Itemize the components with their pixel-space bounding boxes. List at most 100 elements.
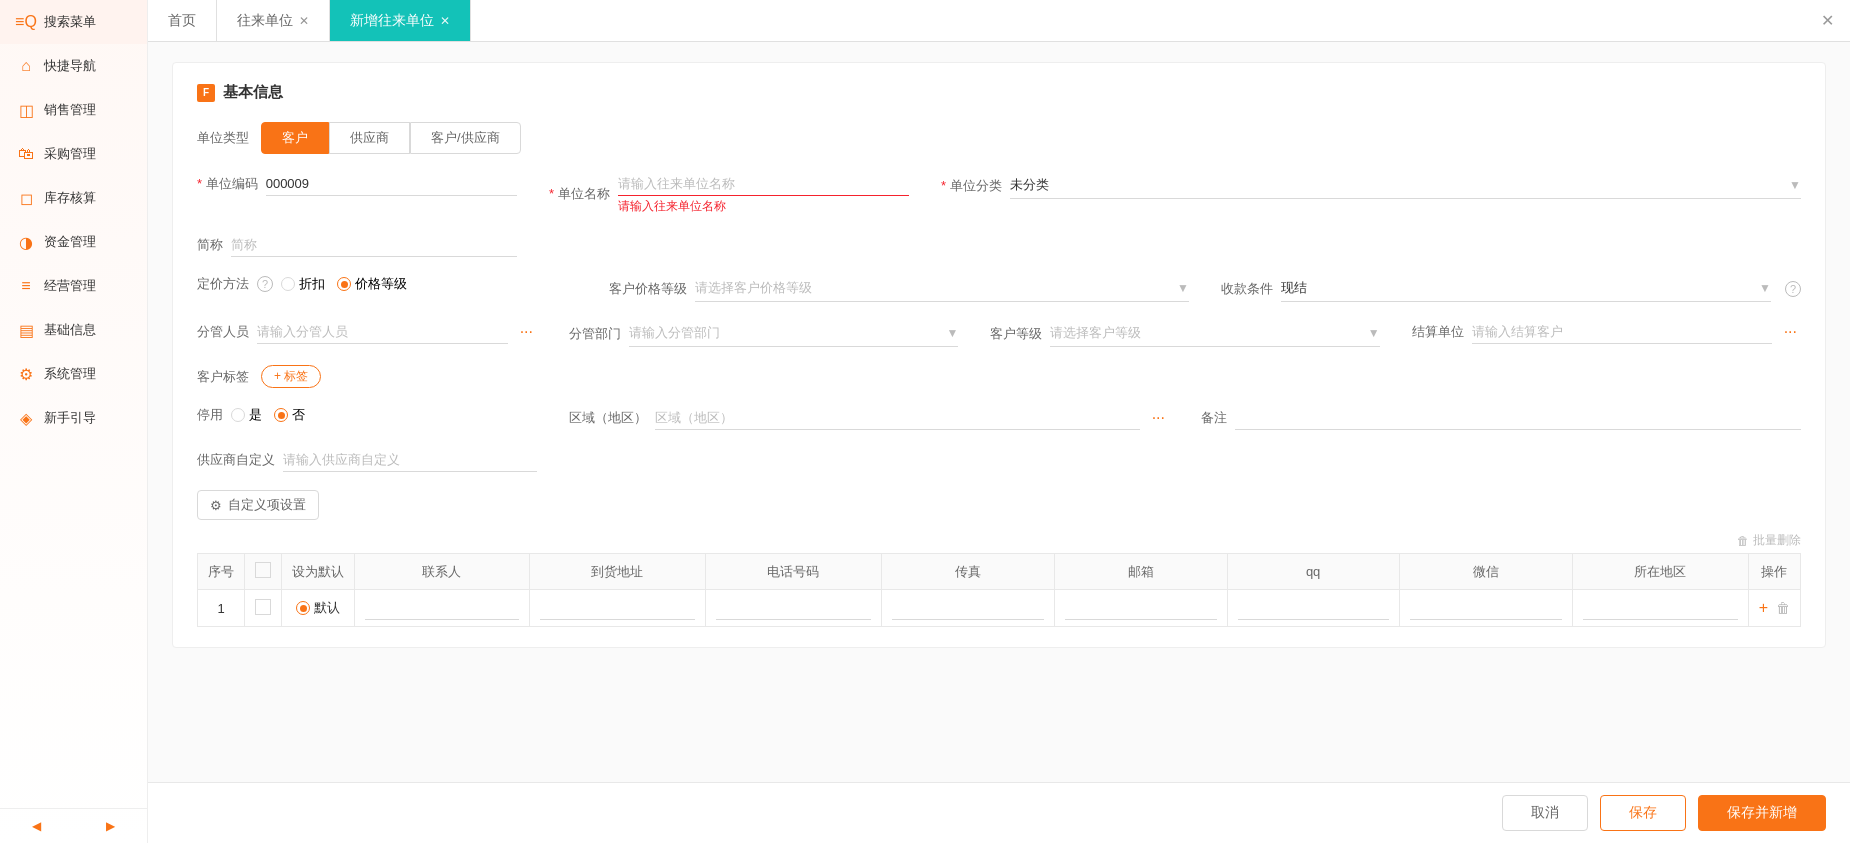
manager-more-btn[interactable]: ··· [516,323,537,341]
col-checkbox [245,554,282,590]
remark-input[interactable] [1235,406,1801,430]
row-index: 1 [198,590,245,627]
row-region-input[interactable] [1583,596,1738,620]
customer-price-level-placeholder: 请选择客户价格等级 [695,279,1173,297]
sidebar-item-basic[interactable]: ▤ 基础信息 [0,308,147,352]
unit-type-label: 单位类型 [197,129,249,147]
customer-price-level-select[interactable]: 请选择客户价格等级 ▼ [695,275,1189,302]
sidebar-collapse-btn[interactable]: ◀ [0,809,74,843]
unit-type-row: 单位类型 客户 供应商 客户/供应商 [197,122,1801,154]
row-wechat-input[interactable] [1410,596,1562,620]
settlement-unit-more-btn[interactable]: ··· [1780,323,1801,341]
tab-partners[interactable]: 往来单位 ✕ [217,0,330,41]
sidebar-label-basic: 基础信息 [44,321,96,339]
short-name-input[interactable] [231,233,517,257]
disabled-yes[interactable]: 是 [231,406,262,424]
pricing-radio-level[interactable]: 价格等级 [337,275,407,293]
department-label: 分管部门 [569,325,621,343]
col-contact: 联系人 [355,554,530,590]
row-fax-input[interactable] [892,596,1044,620]
row-checkbox[interactable] [255,599,271,615]
row-phone-cell [705,590,881,627]
row-default-radio[interactable]: 默认 [292,599,344,617]
payment-terms-select[interactable]: 现结 ▼ [1281,275,1771,302]
row-fax-cell [881,590,1054,627]
row-contact-input[interactable] [365,596,519,620]
pricing-help-icon[interactable]: ? [257,276,273,292]
sidebar-item-operation[interactable]: ≡ 经营管理 [0,264,147,308]
close-all-tabs[interactable]: ✕ [1805,11,1850,30]
row-add-button[interactable]: + [1759,599,1768,617]
level-label: 价格等级 [355,275,407,293]
payment-terms-arrow: ▼ [1759,281,1771,295]
department-select[interactable]: 请输入分管部门 ▼ [629,320,958,347]
col-address: 到货地址 [529,554,705,590]
cancel-button[interactable]: 取消 [1502,795,1588,831]
name-field: 单位名称 请输入往来单位名称 [549,172,909,215]
region-input[interactable] [655,406,1140,430]
add-tag-button[interactable]: + 标签 [261,365,321,388]
close-new-partner-tab[interactable]: ✕ [440,14,450,28]
search-menu-icon: ≡Q [16,12,36,32]
tab-home-label: 首页 [168,12,196,30]
region-field: 区域（地区） ··· [569,406,1169,430]
select-all-checkbox[interactable] [255,562,271,578]
col-email: 邮箱 [1054,554,1227,590]
name-label: 单位名称 [549,185,610,203]
category-select[interactable]: 未分类 ▼ [1010,172,1801,199]
section-title: F 基本信息 [197,83,1801,102]
row-wechat-cell [1399,590,1572,627]
save-new-button[interactable]: 保存并新增 [1698,795,1826,831]
quick-nav-icon: ⌂ [16,56,36,76]
close-partners-tab[interactable]: ✕ [299,14,309,28]
type-btn-supplier[interactable]: 供应商 [329,122,410,154]
row-address-input[interactable] [540,596,695,620]
sidebar-item-finance[interactable]: ◑ 资金管理 [0,220,147,264]
disabled-yes-circle [231,408,245,422]
sidebar-item-quick-nav[interactable]: ⌂ 快捷导航 [0,44,147,88]
table-header: 序号 设为默认 联系人 到货地址 电话号码 传真 邮箱 qq 微信 所在地区 操… [198,554,1801,590]
settlement-unit-input[interactable] [1472,320,1772,344]
sidebar-item-system[interactable]: ⚙ 系统管理 [0,352,147,396]
sidebar-item-purchase[interactable]: 🛍 采购管理 [0,132,147,176]
payment-terms-help-icon[interactable]: ? [1785,281,1801,297]
sidebar-item-inventory[interactable]: ◻ 库存核算 [0,176,147,220]
customer-level-label: 客户等级 [990,325,1042,343]
sidebar-label-guide: 新手引导 [44,409,96,427]
sidebar-expand-btn[interactable]: ▶ [74,809,148,843]
manager-input[interactable] [257,320,508,344]
row-default-label: 默认 [314,599,340,617]
row-qq-input[interactable] [1238,596,1389,620]
tab-new-partner[interactable]: 新增往来单位 ✕ [330,0,471,41]
disabled-radio-group: 是 否 [231,406,305,424]
manager-row: 分管人员 ··· 分管部门 请输入分管部门 ▼ 客户等级 请选择客户等级 [197,320,1801,347]
disabled-no-circle [274,408,288,422]
short-name-label: 简称 [197,236,223,254]
type-btn-both[interactable]: 客户/供应商 [410,122,521,154]
settings-icon: ⚙ [210,498,222,513]
custom-settings-area: ⚙ 自定义项设置 [197,490,1801,520]
pricing-radio-discount[interactable]: 折扣 [281,275,325,293]
row-phone-input[interactable] [716,596,871,620]
disabled-no[interactable]: 否 [274,406,305,424]
row-delete-button[interactable]: 🗑 [1776,600,1790,616]
sidebar-item-guide[interactable]: ◈ 新手引导 [0,396,147,440]
row-default-cell: 默认 [282,590,355,627]
custom-settings-button[interactable]: ⚙ 自定义项设置 [197,490,319,520]
name-input[interactable] [618,172,909,196]
row-address-cell [529,590,705,627]
row-actions-cell: + 🗑 [1748,590,1800,627]
type-btn-customer[interactable]: 客户 [261,122,329,154]
tab-home[interactable]: 首页 [148,0,217,41]
save-button[interactable]: 保存 [1600,795,1686,831]
sidebar-item-sales[interactable]: ◫ 销售管理 [0,88,147,132]
region-label: 区域（地区） [569,409,647,427]
customer-level-select[interactable]: 请选择客户等级 ▼ [1050,320,1379,347]
sidebar-item-search[interactable]: ≡Q 搜索菜单 [0,0,147,44]
region-more-btn[interactable]: ··· [1148,409,1169,427]
batch-delete-button[interactable]: 🗑 批量删除 [1737,532,1801,549]
supplier-custom-input[interactable] [283,448,537,472]
disabled-label: 停用 [197,406,223,424]
code-input[interactable] [266,172,517,196]
row-email-input[interactable] [1065,596,1217,620]
